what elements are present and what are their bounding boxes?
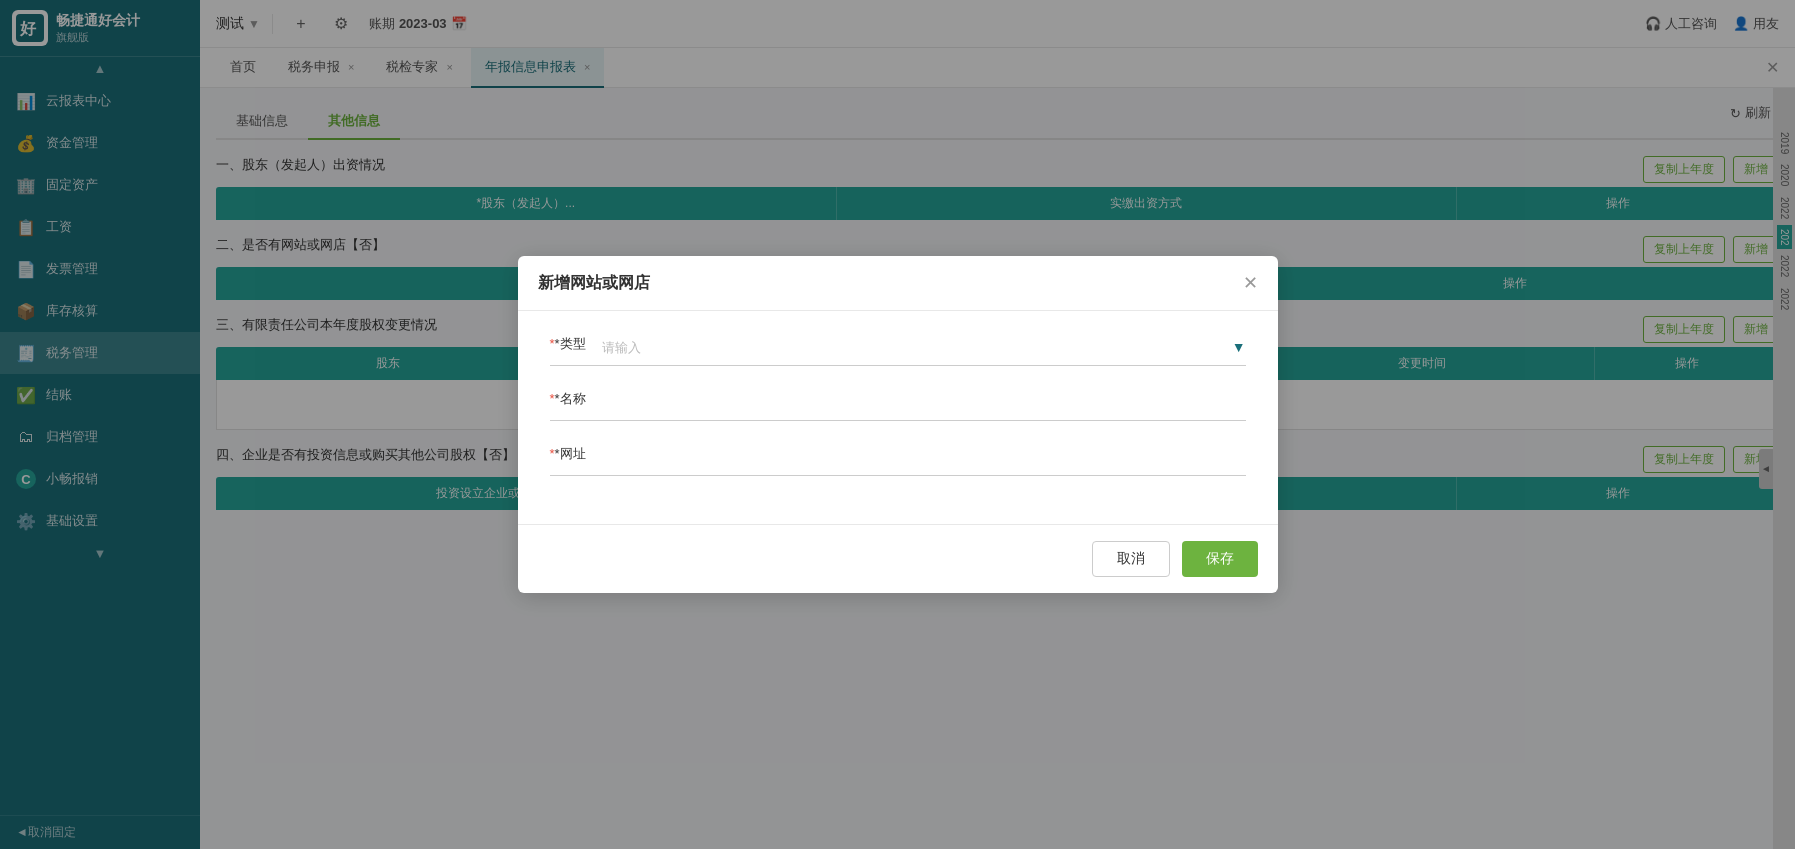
url-input[interactable]	[602, 448, 1246, 467]
modal-overlay[interactable]: 新增网站或网店 ✕ **类型 ▼ **名称	[0, 0, 1795, 849]
form-label-type: **类型	[550, 335, 586, 353]
form-row-url: **网址	[550, 445, 1246, 476]
modal-footer: 取消 保存	[518, 524, 1278, 593]
form-row-name: **名称	[550, 390, 1246, 421]
save-button[interactable]: 保存	[1182, 541, 1258, 577]
form-field-name: **名称	[550, 390, 1246, 421]
form-row-type: **类型 ▼	[550, 335, 1246, 366]
modal-title: 新增网站或网店	[538, 273, 650, 294]
form-label-url: **网址	[550, 445, 586, 463]
type-input[interactable]	[602, 338, 1224, 357]
modal-close-button[interactable]: ✕	[1243, 272, 1258, 294]
modal-add-website: 新增网站或网店 ✕ **类型 ▼ **名称	[518, 256, 1278, 593]
name-input[interactable]	[602, 393, 1246, 412]
form-label-name: **名称	[550, 390, 586, 408]
modal-body: **类型 ▼ **名称 **网址	[518, 311, 1278, 524]
modal-header: 新增网站或网店 ✕	[518, 256, 1278, 311]
form-field-type: **类型 ▼	[550, 335, 1246, 366]
type-dropdown-icon[interactable]: ▼	[1232, 339, 1246, 355]
form-field-url: **网址	[550, 445, 1246, 476]
cancel-button[interactable]: 取消	[1092, 541, 1170, 577]
